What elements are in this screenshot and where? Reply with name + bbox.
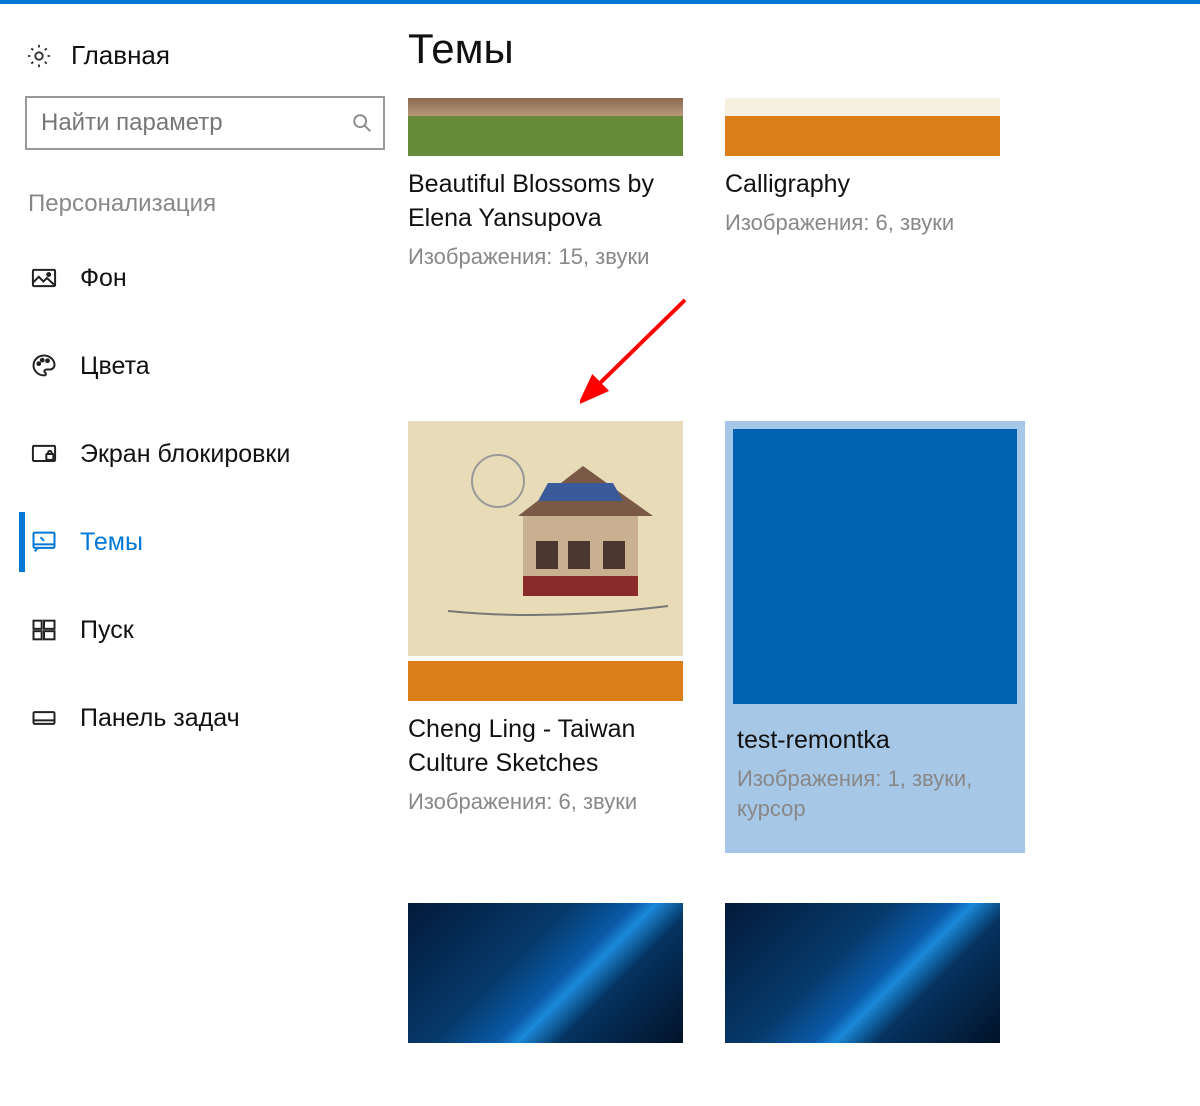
sidebar-item-themes[interactable]: Темы: [19, 512, 380, 572]
spacer: [408, 311, 1180, 381]
search-icon: [351, 112, 373, 134]
theme-thumbnail: [725, 98, 1000, 156]
sidebar-item-start[interactable]: Пуск: [19, 600, 380, 660]
theme-thumbnail: [725, 421, 1025, 712]
sidebar-item-label: Панель задач: [80, 704, 240, 733]
main-content: Темы Beautiful Blossoms by Elena Yansupo…: [390, 25, 1200, 1043]
page-title: Темы: [408, 25, 1180, 73]
lockscreen-icon: [30, 440, 58, 468]
theme-card-chengling[interactable]: Cheng Ling - Taiwan Culture Sketches Изо…: [408, 421, 683, 853]
theme-image: [408, 903, 683, 1043]
home-label: Главная: [71, 40, 170, 71]
theme-image: [725, 903, 1000, 1043]
sidebar-item-label: Цвета: [80, 352, 150, 381]
theme-card-windows-1[interactable]: [408, 903, 683, 1043]
theme-card-windows-2[interactable]: [725, 903, 1000, 1043]
theme-grid: Beautiful Blossoms by Elena Yansupova Из…: [408, 98, 1180, 1043]
theme-meta: Изображения: 15, звуки: [408, 242, 683, 272]
theme-accent-strip: [725, 116, 1000, 156]
sidebar-item-background[interactable]: Фон: [19, 248, 380, 308]
search-input[interactable]: [41, 109, 351, 137]
theme-thumbnail: [408, 98, 683, 156]
section-header: Персонализация: [25, 190, 380, 218]
theme-title: test-remontka: [725, 724, 1025, 758]
theme-image: [733, 429, 1017, 704]
window-accent-border: [0, 0, 1200, 4]
picture-icon: [30, 264, 58, 292]
sidebar: Главная Персонализация Фон: [0, 25, 390, 1043]
gear-icon: [25, 42, 53, 70]
taskbar-icon: [30, 704, 58, 732]
sidebar-item-label: Экран блокировки: [80, 440, 290, 469]
theme-image: [408, 98, 683, 116]
sidebar-item-lockscreen[interactable]: Экран блокировки: [19, 424, 380, 484]
settings-window: Главная Персонализация Фон: [0, 0, 1200, 1043]
theme-card-test-remontka[interactable]: test-remontka Изображения: 1, звуки, кур…: [725, 421, 1025, 853]
theme-image: [725, 98, 1000, 116]
theme-accent-strip: [408, 661, 683, 701]
theme-card-blossoms[interactable]: Beautiful Blossoms by Elena Yansupova Из…: [408, 98, 683, 271]
theme-title: Beautiful Blossoms by Elena Yansupova: [408, 168, 683, 236]
theme-card-calligraphy[interactable]: Calligraphy Изображения: 6, звуки: [725, 98, 1000, 271]
theme-image: [408, 421, 683, 656]
theme-title: Cheng Ling - Taiwan Culture Sketches: [408, 713, 683, 781]
search-box[interactable]: [25, 96, 385, 150]
theme-accent-strip: [408, 116, 683, 156]
theme-thumbnail: [408, 421, 683, 701]
theme-title: Calligraphy: [725, 168, 1000, 202]
theme-meta: Изображения: 6, звуки: [408, 787, 683, 817]
palette-icon: [30, 352, 58, 380]
sidebar-item-label: Пуск: [80, 616, 134, 645]
themes-icon: [30, 528, 58, 556]
sidebar-item-label: Фон: [80, 264, 127, 293]
theme-meta: Изображения: 1, звуки, курсор: [725, 764, 1025, 853]
sidebar-item-colors[interactable]: Цвета: [19, 336, 380, 396]
home-link[interactable]: Главная: [25, 25, 380, 96]
sidebar-item-label: Темы: [80, 528, 143, 557]
theme-meta: Изображения: 6, звуки: [725, 208, 1000, 238]
start-icon: [30, 616, 58, 644]
sidebar-item-taskbar[interactable]: Панель задач: [19, 688, 380, 748]
